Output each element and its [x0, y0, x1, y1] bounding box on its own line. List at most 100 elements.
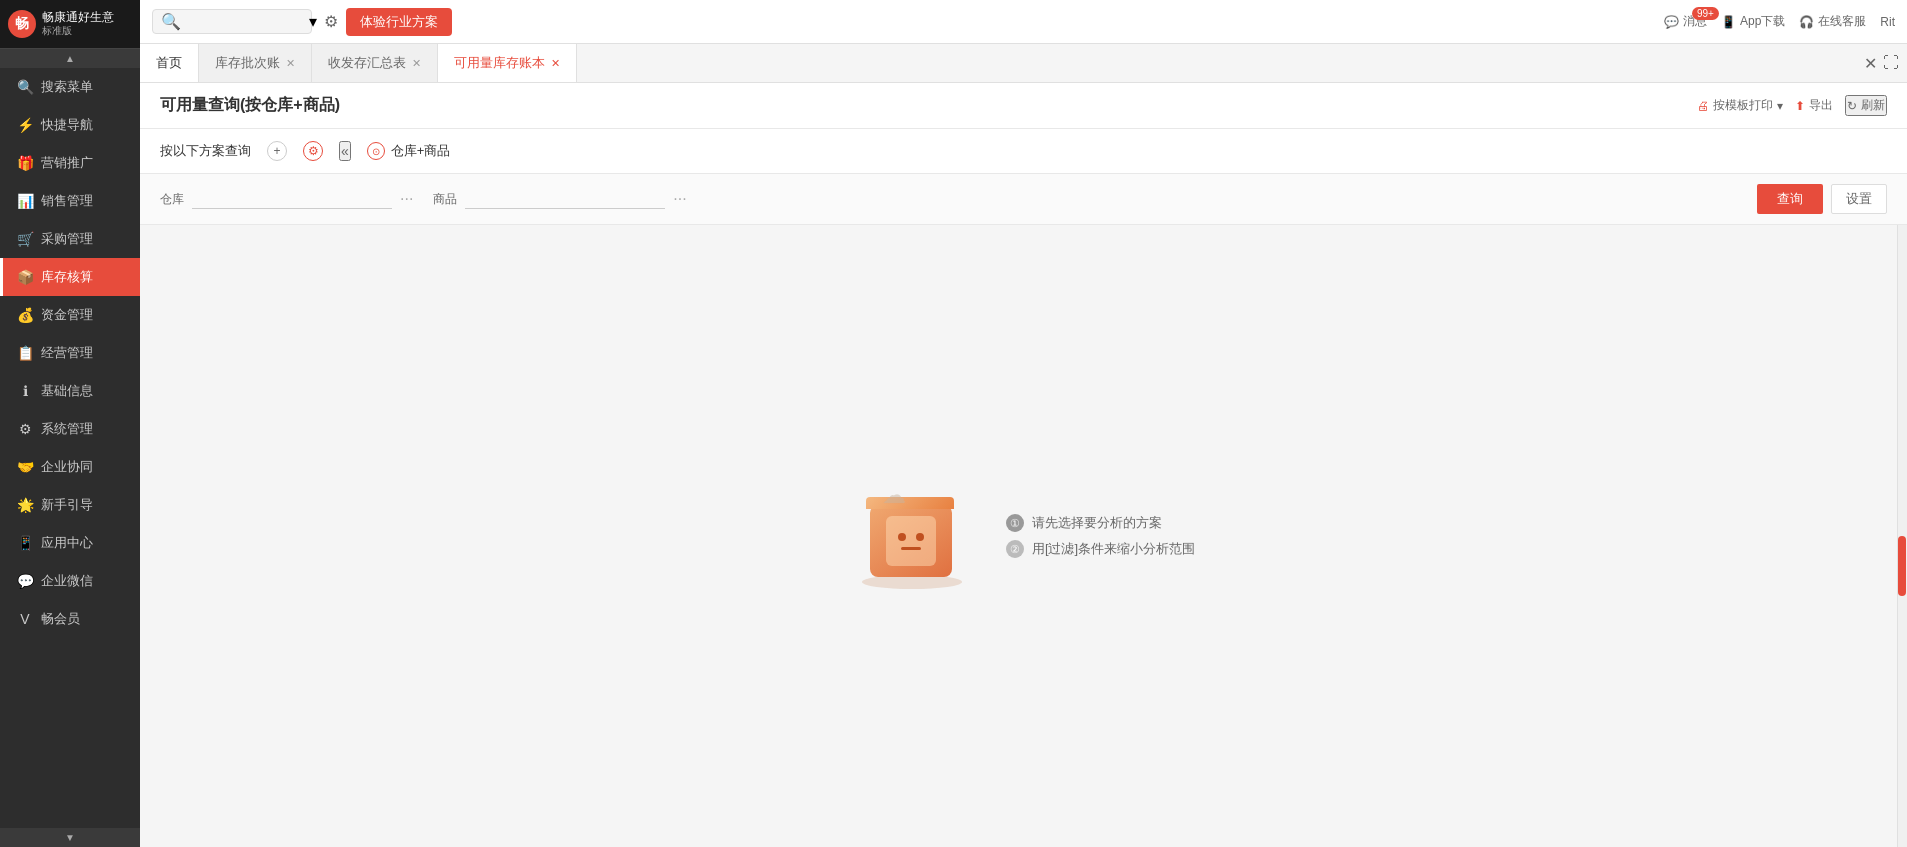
sidebar-item-基础信息[interactable]: ℹ 基础信息 [0, 372, 140, 410]
sidebar-icon-12: 📱 [17, 535, 33, 551]
refresh-btn[interactable]: ↻ 刷新 [1845, 95, 1887, 116]
illustration-flap [866, 497, 954, 509]
tab-home-label: 首页 [156, 54, 182, 72]
user-name[interactable]: Rit [1880, 15, 1895, 29]
settings-btn[interactable]: 设置 [1831, 184, 1887, 214]
filter-field-product: 商品 ··· [433, 190, 686, 209]
warehouse-label: 仓库 [160, 191, 184, 208]
sidebar-icon-7: 📋 [17, 345, 33, 361]
sidebar-item-搜索菜单[interactable]: 🔍 搜索菜单 [0, 68, 140, 106]
app-download-btn[interactable]: 📱 App下载 [1721, 13, 1785, 30]
illustration-box [870, 505, 952, 577]
sidebar-item-企业微信[interactable]: 💬 企业微信 [0, 562, 140, 600]
hint-text-1: 请先选择要分析的方案 [1032, 514, 1162, 532]
product-input[interactable] [465, 190, 665, 209]
sidebar-item-新手引导[interactable]: 🌟 新手引导 [0, 486, 140, 524]
warehouse-more-icon[interactable]: ··· [400, 190, 413, 208]
empty-hint-2: ② 用[过滤]条件来缩小分析范围 [1006, 540, 1195, 558]
sidebar-label-13: 企业微信 [41, 572, 93, 590]
sidebar-icon-1: ⚡ [17, 117, 33, 133]
tab-receive-summary[interactable]: 收发存汇总表 ✕ [312, 44, 438, 82]
sidebar-icon-0: 🔍 [17, 79, 33, 95]
page-title: 可用量查询(按仓库+商品) [160, 95, 340, 116]
illustration-shadow [862, 575, 962, 589]
hint-num-1: ① [1006, 514, 1024, 532]
sidebar-item-应用中心[interactable]: 📱 应用中心 [0, 524, 140, 562]
sidebar-label-3: 销售管理 [41, 192, 93, 210]
tab-inventory-batch-close[interactable]: ✕ [286, 57, 295, 70]
topbar-right: 💬 消息 99+ 📱 App下载 🎧 在线客服 Rit [1664, 13, 1895, 30]
search-input[interactable] [185, 15, 305, 29]
filter-scheme: ⊙ 仓库+商品 [367, 142, 451, 160]
print-icon: 🖨 [1697, 99, 1709, 113]
filter-row: 按以下方案查询 + ⚙ « ⊙ 仓库+商品 [160, 141, 1887, 161]
phone-icon: 📱 [1721, 15, 1736, 29]
illustration-cloud: ☁ [882, 481, 906, 509]
filter-add-btn[interactable]: + [267, 141, 287, 161]
sidebar-label-1: 快捷导航 [41, 116, 93, 134]
tab-available-qty-close[interactable]: ✕ [551, 57, 560, 70]
sidebar: 畅 畅康通好生意 标准版 ▲ 🔍 搜索菜单⚡ 快捷导航🎁 营销推广📊 销售管理🛒 [0, 0, 140, 847]
sidebar-item-系统管理[interactable]: ⚙ 系统管理 [0, 410, 140, 448]
right-scrollbar[interactable] [1897, 225, 1907, 847]
filter-label: 按以下方案查询 [160, 142, 251, 160]
refresh-icon: ↻ [1847, 99, 1857, 113]
online-service-btn[interactable]: 🎧 在线客服 [1799, 13, 1866, 30]
tabs-close-btn[interactable]: ✕ [1864, 54, 1877, 73]
sidebar-icon-3: 📊 [17, 193, 33, 209]
tab-receive-summary-label: 收发存汇总表 [328, 54, 406, 72]
sidebar-label-5: 库存核算 [41, 268, 93, 286]
tab-inventory-batch[interactable]: 库存批次账 ✕ [199, 44, 312, 82]
filter-area: 按以下方案查询 + ⚙ « ⊙ 仓库+商品 [140, 129, 1907, 174]
sidebar-header: 畅 畅康通好生意 标准版 [0, 0, 140, 49]
topbar: 🔍 ▾ ⚙ 体验行业方案 💬 消息 99+ 📱 App下载 🎧 [140, 0, 1907, 44]
tabs-expand-btn[interactable]: ⛶ [1883, 54, 1899, 72]
query-btn[interactable]: 查询 [1757, 184, 1823, 214]
print-chevron-icon: ▾ [1777, 99, 1783, 113]
sidebar-label-6: 资金管理 [41, 306, 93, 324]
hint-text-2: 用[过滤]条件来缩小分析范围 [1032, 540, 1195, 558]
export-btn[interactable]: ⬆ 导出 [1795, 97, 1833, 114]
search-box[interactable]: 🔍 ▾ [152, 9, 312, 34]
message-badge: 99+ [1692, 7, 1719, 20]
product-more-icon[interactable]: ··· [673, 190, 686, 208]
warehouse-input[interactable] [192, 190, 392, 209]
chevron-down-icon[interactable]: ▾ [309, 12, 317, 31]
industry-btn[interactable]: 体验行业方案 [346, 8, 452, 36]
sidebar-item-采购管理[interactable]: 🛒 采购管理 [0, 220, 140, 258]
sidebar-item-企业协同[interactable]: 🤝 企业协同 [0, 448, 140, 486]
filter-collapse-btn[interactable]: « [339, 141, 351, 161]
sidebar-label-11: 新手引导 [41, 496, 93, 514]
tab-receive-summary-close[interactable]: ✕ [412, 57, 421, 70]
sidebar-icon-11: 🌟 [17, 497, 33, 513]
sidebar-label-14: 畅会员 [41, 610, 80, 628]
sidebar-item-快捷导航[interactable]: ⚡ 快捷导航 [0, 106, 140, 144]
print-template-btn[interactable]: 🖨 按模板打印 ▾ [1697, 97, 1783, 114]
sidebar-item-销售管理[interactable]: 📊 销售管理 [0, 182, 140, 220]
empty-hint-1: ① 请先选择要分析的方案 [1006, 514, 1195, 532]
sidebar-icon-4: 🛒 [17, 231, 33, 247]
sidebar-item-资金管理[interactable]: 💰 资金管理 [0, 296, 140, 334]
tab-available-qty-label: 可用量库存账本 [454, 54, 545, 72]
tab-inventory-batch-label: 库存批次账 [215, 54, 280, 72]
sidebar-item-经营管理[interactable]: 📋 经营管理 [0, 334, 140, 372]
filter-scheme-settings-btn[interactable]: ⚙ [303, 141, 323, 161]
gear-icon[interactable]: ⚙ [324, 12, 338, 31]
sidebar-scroll: 🔍 搜索菜单⚡ 快捷导航🎁 营销推广📊 销售管理🛒 采购管理📦 库存核算💰 资金… [0, 68, 140, 828]
empty-illustration: ☁ [852, 481, 982, 591]
tab-available-qty[interactable]: 可用量库存账本 ✕ [438, 44, 577, 82]
tab-home[interactable]: 首页 [140, 44, 199, 82]
sidebar-item-营销推广[interactable]: 🎁 营销推广 [0, 144, 140, 182]
message-btn[interactable]: 💬 消息 99+ [1664, 13, 1707, 30]
sidebar-scroll-down[interactable]: ▼ [0, 828, 140, 847]
sidebar-icon-8: ℹ [17, 383, 33, 399]
sidebar-scroll-up[interactable]: ▲ [0, 49, 140, 68]
sidebar-item-库存核算[interactable]: 📦 库存核算 [0, 258, 140, 296]
sidebar-label-7: 经营管理 [41, 344, 93, 362]
scheme-warehouse-product[interactable]: ⊙ 仓库+商品 [367, 142, 451, 160]
sidebar-label-10: 企业协同 [41, 458, 93, 476]
search-icon: 🔍 [161, 12, 181, 31]
content-area: ☁ ① 请先选择要分析的方案 ② 用[过滤]条件来缩小分析范围 [140, 225, 1907, 847]
tabs-bar: 首页 库存批次账 ✕ 收发存汇总表 ✕ 可用量库存账本 ✕ ✕ ⛶ [140, 44, 1907, 83]
sidebar-item-畅会员[interactable]: V 畅会员 [0, 600, 140, 638]
